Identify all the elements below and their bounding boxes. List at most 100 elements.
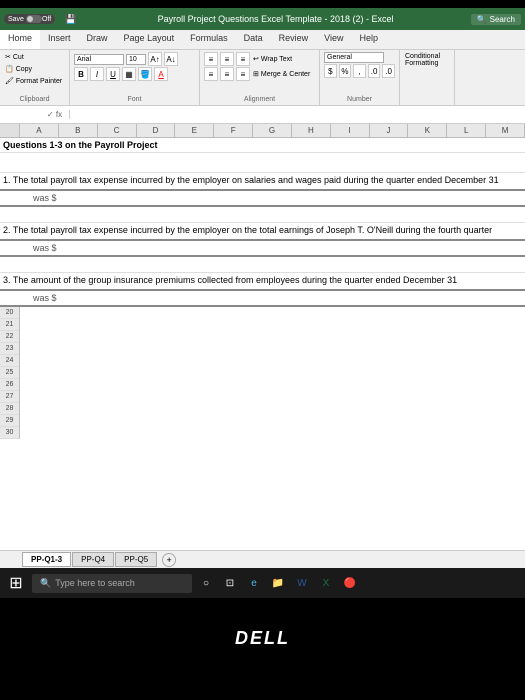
add-sheet-button[interactable]: +: [162, 553, 176, 567]
excel-icon[interactable]: X: [316, 573, 336, 593]
col-i[interactable]: I: [331, 124, 370, 137]
align-mid-button[interactable]: ≡: [220, 52, 234, 66]
clipboard-label: Clipboard: [4, 96, 65, 103]
tab-insert[interactable]: Insert: [40, 30, 79, 49]
col-k[interactable]: K: [408, 124, 447, 137]
col-j[interactable]: J: [370, 124, 409, 137]
col-f[interactable]: F: [214, 124, 253, 137]
number-label: Number: [324, 96, 395, 103]
font-name-select[interactable]: Arial: [74, 54, 124, 65]
sheet-heading[interactable]: Questions 1-3 on the Payroll Project: [0, 138, 525, 152]
sheet-tab-3[interactable]: PP-Q5: [115, 552, 157, 567]
decrease-font-button[interactable]: A↓: [164, 52, 178, 66]
explorer-icon[interactable]: 📁: [268, 573, 288, 593]
row-27[interactable]: 27: [0, 391, 19, 403]
sheet-tab-2[interactable]: PP-Q4: [72, 552, 114, 567]
align-top-button[interactable]: ≡: [204, 52, 218, 66]
answer-2[interactable]: was $: [30, 241, 525, 255]
sheet-body[interactable]: Questions 1-3 on the Payroll Project 1. …: [0, 138, 525, 550]
fill-color-button[interactable]: 🪣: [138, 67, 152, 81]
col-l[interactable]: L: [447, 124, 486, 137]
question-3[interactable]: 3. The amount of the group insurance pre…: [0, 273, 525, 287]
row-25[interactable]: 25: [0, 367, 19, 379]
row-30[interactable]: 30: [0, 427, 19, 439]
col-c[interactable]: C: [98, 124, 137, 137]
chrome-icon[interactable]: 🔴: [340, 573, 360, 593]
inc-decimal-button[interactable]: .0: [368, 64, 381, 78]
dec-decimal-button[interactable]: .0: [382, 64, 395, 78]
answer-1[interactable]: was $: [30, 191, 525, 205]
conditional-formatting-button[interactable]: Conditional Formatting: [404, 52, 450, 68]
select-all-corner[interactable]: [0, 124, 20, 137]
font-color-button[interactable]: A: [154, 67, 168, 81]
save-icon[interactable]: 💾: [65, 14, 76, 25]
increase-font-button[interactable]: A↑: [148, 52, 162, 66]
cut-button[interactable]: ✂Cut: [4, 52, 25, 62]
font-size-select[interactable]: 10: [126, 54, 146, 65]
tab-formulas[interactable]: Formulas: [182, 30, 236, 49]
row-26[interactable]: 26: [0, 379, 19, 391]
col-g[interactable]: G: [253, 124, 292, 137]
tab-data[interactable]: Data: [236, 30, 271, 49]
number-format-select[interactable]: General: [324, 52, 384, 63]
autosave-toggle[interactable]: Save Off: [4, 14, 55, 24]
row-23[interactable]: 23: [0, 343, 19, 355]
italic-button[interactable]: I: [90, 67, 104, 81]
tab-home[interactable]: Home: [0, 30, 40, 49]
copy-button[interactable]: 📋Copy: [4, 64, 33, 74]
row-22[interactable]: 22: [0, 331, 19, 343]
currency-button[interactable]: $: [324, 64, 337, 78]
copy-icon: 📋: [5, 65, 14, 73]
empty-rows[interactable]: 20 21 22 23 24 25 26 27 28 29 30: [0, 307, 525, 457]
percent-button[interactable]: %: [339, 64, 352, 78]
format-painter-button[interactable]: 🖌Format Painter: [4, 76, 63, 86]
merge-center-button[interactable]: ⊞Merge & Center: [252, 69, 311, 79]
row-21[interactable]: 21: [0, 319, 19, 331]
col-m[interactable]: M: [486, 124, 525, 137]
wrap-text-button[interactable]: ↩Wrap Text: [252, 54, 293, 64]
task-view-icon[interactable]: ⊡: [220, 573, 240, 593]
question-2[interactable]: 2. The total payroll tax expense incurre…: [0, 223, 525, 237]
col-a[interactable]: A: [20, 124, 59, 137]
col-d[interactable]: D: [137, 124, 176, 137]
toggle-icon: [26, 15, 42, 23]
answer-3[interactable]: was $: [30, 291, 525, 305]
group-styles: Conditional Formatting: [400, 50, 455, 105]
col-h[interactable]: H: [292, 124, 331, 137]
col-e[interactable]: E: [175, 124, 214, 137]
sheet-tab-active[interactable]: PP-Q1-3: [22, 552, 71, 567]
row-29[interactable]: 29: [0, 415, 19, 427]
word-icon[interactable]: W: [292, 573, 312, 593]
window-title: Payroll Project Questions Excel Template…: [80, 14, 470, 24]
brush-icon: 🖌: [5, 77, 14, 85]
taskbar-search[interactable]: 🔍 Type here to search: [32, 574, 192, 593]
ribbon: ✂Cut 📋Copy 🖌Format Painter Clipboard Ari…: [0, 50, 525, 106]
col-b[interactable]: B: [59, 124, 98, 137]
align-right-button[interactable]: ≡: [236, 67, 250, 81]
row-20[interactable]: 20: [0, 307, 19, 319]
tab-view[interactable]: View: [316, 30, 351, 49]
align-bot-button[interactable]: ≡: [236, 52, 250, 66]
align-center-button[interactable]: ≡: [220, 67, 234, 81]
cortana-icon[interactable]: ○: [196, 573, 216, 593]
tab-draw[interactable]: Draw: [79, 30, 116, 49]
comma-button[interactable]: ,: [353, 64, 366, 78]
search-box[interactable]: 🔍 Search: [471, 14, 521, 25]
search-icon: 🔍: [40, 578, 51, 589]
edge-icon[interactable]: e: [244, 573, 264, 593]
tab-help[interactable]: Help: [352, 30, 387, 49]
align-left-button[interactable]: ≡: [204, 67, 218, 81]
border-button[interactable]: ▦: [122, 67, 136, 81]
row-28[interactable]: 28: [0, 403, 19, 415]
tab-review[interactable]: Review: [271, 30, 317, 49]
tab-page-layout[interactable]: Page Layout: [116, 30, 183, 49]
group-clipboard: ✂Cut 📋Copy 🖌Format Painter Clipboard: [0, 50, 70, 105]
row-24[interactable]: 24: [0, 355, 19, 367]
group-alignment: ≡ ≡ ≡ ↩Wrap Text ≡ ≡ ≡ ⊞Merge & Center A…: [200, 50, 320, 105]
question-1[interactable]: 1. The total payroll tax expense incurre…: [0, 173, 525, 187]
bold-button[interactable]: B: [74, 67, 88, 81]
font-label: Font: [74, 96, 195, 103]
windows-start-button[interactable]: ⊞: [4, 571, 28, 595]
underline-button[interactable]: U: [106, 67, 120, 81]
search-icon: 🔍: [477, 15, 487, 24]
